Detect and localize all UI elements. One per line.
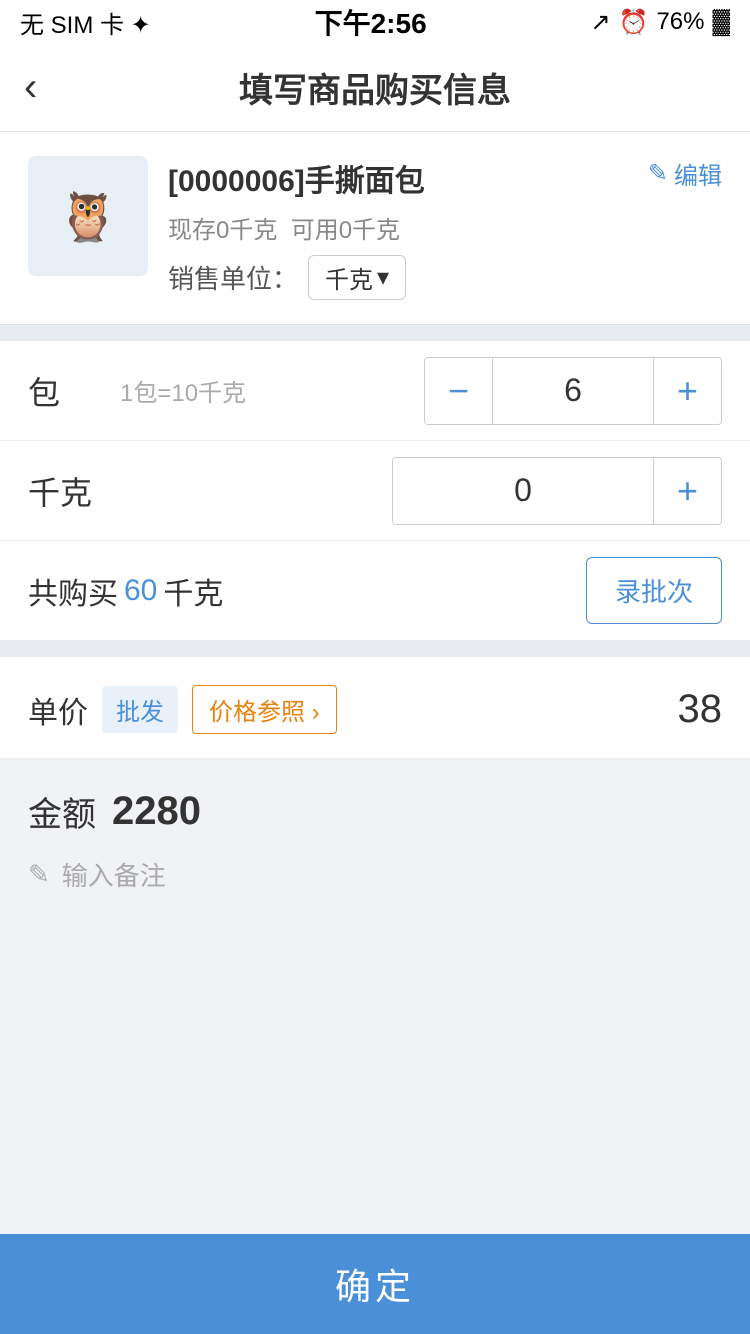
- package-sublabel: 1包=10千克: [120, 373, 246, 408]
- kg-row: 千克 +: [0, 441, 750, 541]
- note-placeholder: 输入备注: [62, 856, 166, 893]
- amount-value: 2280: [112, 789, 201, 834]
- input-section: 包 1包=10千克 − + 千克 +: [0, 341, 750, 541]
- confirm-button[interactable]: 确定: [0, 1234, 750, 1334]
- summary-prefix: 共购买: [28, 569, 118, 613]
- package-minus-button[interactable]: −: [425, 357, 493, 425]
- section-divider-2: [0, 641, 750, 657]
- summary-amount: 60: [124, 574, 157, 608]
- page-title: 填写商品购买信息: [239, 63, 511, 112]
- section-divider-1: [0, 325, 750, 341]
- summary-row: 共购买 60 千克 录批次: [0, 541, 750, 641]
- product-name: [0000006]手撕面包: [168, 156, 722, 200]
- kg-plus-button[interactable]: +: [653, 457, 721, 525]
- product-unit-row: 销售单位： 千克 ▾: [168, 255, 722, 300]
- record-batch-button[interactable]: 录批次: [586, 557, 722, 624]
- unit-select[interactable]: 千克 ▾: [308, 255, 406, 300]
- product-stock: 现存0千克 可用0千克: [168, 210, 722, 245]
- unit-label: 销售单位：: [168, 259, 298, 296]
- price-section: 单价 批发 价格参照 › 38: [0, 657, 750, 759]
- amount-row: 金额 2280: [28, 787, 722, 836]
- edit-icon: ✎: [648, 159, 668, 188]
- price-row: 单价 批发 价格参照 › 38: [0, 657, 750, 759]
- status-bar: 无 SIM 卡 ✦ 下午2:56 ↗ ⏰ 76% ▓: [0, 0, 750, 44]
- status-time: 下午2:56: [315, 2, 427, 42]
- nav-bar: ‹ 填写商品购买信息: [0, 44, 750, 132]
- price-label: 单价: [28, 688, 88, 732]
- summary-unit: 千克: [163, 569, 223, 613]
- price-ref-button[interactable]: 价格参照 ›: [192, 685, 337, 734]
- product-info: [0000006]手撕面包 现存0千克 可用0千克 销售单位： 千克 ▾: [168, 156, 722, 300]
- amount-label: 金额: [28, 787, 96, 836]
- edit-button[interactable]: ✎ 编辑: [648, 156, 722, 191]
- kg-label: 千克: [28, 468, 108, 514]
- product-card-wrapper: 🦉 [0000006]手撕面包 现存0千克 可用0千克 销售单位： 千克 ▾ ✎…: [0, 132, 750, 325]
- product-image: 🦉: [28, 156, 148, 276]
- battery-icon: ▓: [713, 8, 731, 36]
- price-type-tag: 批发: [102, 686, 178, 733]
- kg-input[interactable]: [393, 457, 653, 525]
- status-right: ↗ ⏰ 76% ▓: [590, 8, 730, 37]
- package-row: 包 1包=10千克 − +: [0, 341, 750, 441]
- kg-controls: +: [392, 457, 722, 525]
- package-label: 包: [28, 368, 108, 414]
- status-left: 无 SIM 卡 ✦: [20, 5, 151, 40]
- sim-label: 无 SIM 卡 ✦: [20, 5, 151, 40]
- package-input[interactable]: [493, 357, 653, 425]
- gray-fill-area: [0, 913, 750, 1233]
- price-value: 38: [678, 687, 723, 732]
- battery-label: 76%: [656, 8, 704, 36]
- pencil-icon: ✎: [28, 859, 50, 890]
- back-button[interactable]: ‹: [24, 65, 37, 110]
- product-card: 🦉 [0000006]手撕面包 现存0千克 可用0千克 销售单位： 千克 ▾: [0, 132, 750, 325]
- note-row[interactable]: ✎ 输入备注: [28, 856, 722, 893]
- location-icon: ↗: [590, 8, 610, 37]
- unit-dropdown-icon: ▾: [377, 263, 389, 292]
- amount-section: 金额 2280 ✎ 输入备注: [0, 759, 750, 913]
- package-plus-button[interactable]: +: [653, 357, 721, 425]
- alarm-icon: ⏰: [619, 8, 649, 37]
- package-controls: − +: [424, 357, 722, 425]
- product-owl-icon: 🦉: [58, 188, 118, 245]
